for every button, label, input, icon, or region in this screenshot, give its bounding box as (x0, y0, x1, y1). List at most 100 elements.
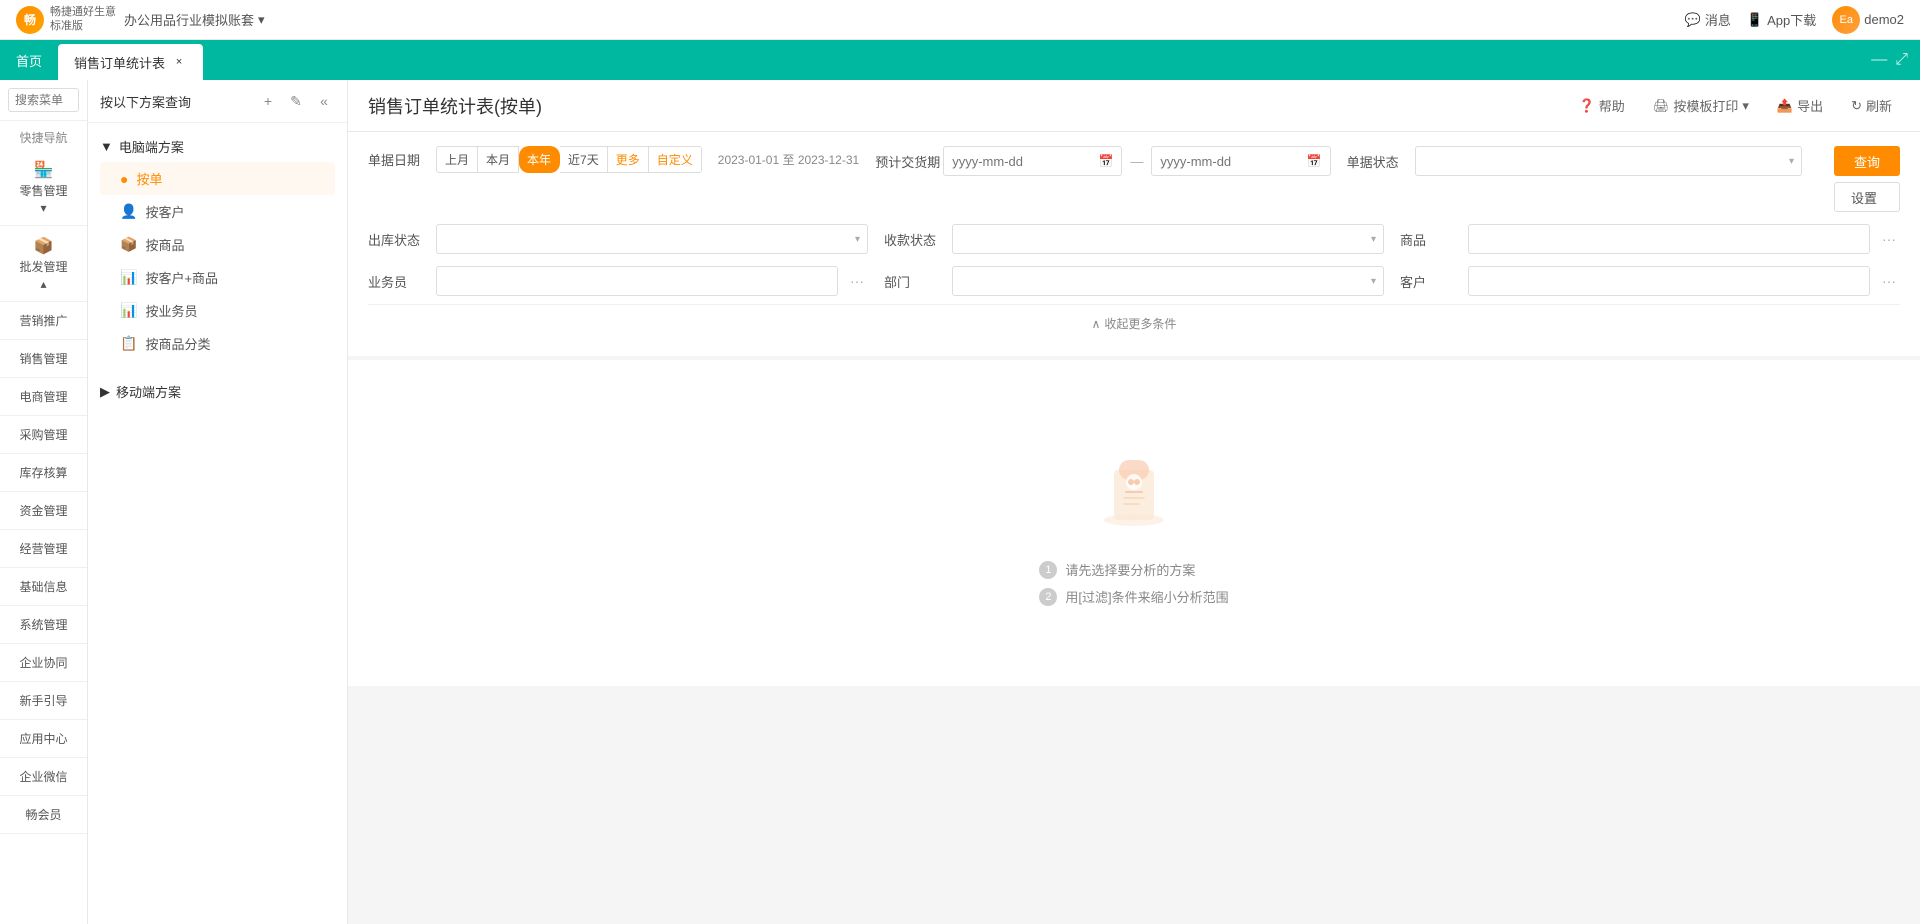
sidebar-item-wholesale[interactable]: 📦 批发管理 ▴ (0, 226, 87, 302)
refresh-btn[interactable]: ↻ 刷新 (1843, 92, 1900, 119)
workspace-title[interactable]: 办公用品行业模拟账套 ▾ (124, 10, 265, 29)
mobile-section-title: 移动端方案 (116, 382, 181, 401)
payment-status-label: 收款状态 (884, 230, 944, 249)
scheme-by-order[interactable]: ● 按单 (100, 162, 335, 195)
sidebar-item-system[interactable]: 系统管理 (0, 606, 87, 644)
collapse-panel-btn[interactable]: « (313, 90, 335, 112)
tab-minimize-icon[interactable]: — (1871, 51, 1887, 69)
print-arrow-icon: ▾ (1742, 98, 1749, 114)
print-btn[interactable]: 🖨 按模板打印 ▾ (1645, 92, 1757, 119)
scheme-by-customer[interactable]: 👤 按客户 (100, 195, 335, 228)
sidebar-item-ecommerce[interactable]: 电商管理 (0, 378, 87, 416)
sidebar: 快捷导航 🏪 零售管理 ▾ 📦 批发管理 ▴ 营销推广 销售管理 电商管理 采购… (0, 80, 88, 924)
scheme-by-salesperson[interactable]: 📊 按业务员 (100, 294, 335, 327)
this-year-btn[interactable]: 本年 (519, 146, 560, 173)
last-7-btn[interactable]: 近7天 (560, 146, 608, 173)
sidebar-item-newbie[interactable]: 新手引导 (0, 682, 87, 720)
export-btn[interactable]: 📤 导出 (1769, 92, 1831, 119)
desktop-section-header[interactable]: ▼ 电脑端方案 (100, 131, 335, 162)
sidebar-item-member[interactable]: 畅会员 (0, 796, 87, 834)
retail-icon: 🏪 (34, 160, 54, 180)
empty-step-2: 2 用[过滤]条件来缩小分析范围 (1039, 587, 1228, 606)
sidebar-item-enterprise[interactable]: 企业协同 (0, 644, 87, 682)
customer-dots-btn[interactable]: ··· (1878, 273, 1900, 289)
expected-date-start[interactable]: 📅 (943, 146, 1122, 176)
salesperson-input[interactable] (436, 266, 838, 296)
payment-status-select[interactable] (952, 224, 1384, 254)
sidebar-item-wechat[interactable]: 企业微信 (0, 758, 87, 796)
tab-home[interactable]: 首页 (0, 40, 58, 80)
date-end-input[interactable] (1160, 154, 1302, 169)
mobile-section-arrow: ▶ (100, 384, 110, 400)
filter-panel: 单据日期 上月 本月 本年 近7天 更多 自定义 2023-01-01 至 20… (348, 132, 1920, 356)
scheme-by-product[interactable]: 📦 按商品 (100, 228, 335, 261)
desktop-section-title: 电脑端方案 (119, 137, 184, 156)
add-scheme-btn[interactable]: + (257, 90, 279, 112)
scheme-by-category[interactable]: 📋 按商品分类 (100, 327, 335, 360)
sidebar-item-basic[interactable]: 基础信息 (0, 568, 87, 606)
collapse-btn[interactable]: ∧ 收起更多条件 (368, 304, 1900, 342)
goods-input[interactable] (1468, 224, 1870, 254)
delivery-status-wrapper: ▾ (436, 224, 868, 254)
sidebar-item-appstore[interactable]: 应用中心 (0, 720, 87, 758)
order-status-select[interactable] (1415, 146, 1802, 176)
page-header: 销售订单统计表(按单) ❓ 帮助 🖨 按模板打印 ▾ 📤 导出 (348, 80, 1920, 132)
payment-status-wrapper: ▾ (952, 224, 1384, 254)
salesperson-dots-btn[interactable]: ··· (846, 273, 868, 289)
filter-action-buttons: 查询 设置 (1834, 146, 1900, 212)
date-start-input[interactable] (952, 154, 1094, 169)
sidebar-item-inventory[interactable]: 库存核算 (0, 454, 87, 492)
print-icon: 🖨 (1653, 98, 1670, 114)
tab-close-icon[interactable]: × (171, 54, 187, 70)
delivery-status-select[interactable] (436, 224, 868, 254)
calendar-start-icon: 📅 (1098, 154, 1113, 168)
tab-maximize-icon[interactable]: ⤢ (1895, 51, 1908, 69)
this-month-btn[interactable]: 本月 (478, 146, 519, 173)
search-input[interactable] (8, 88, 79, 112)
scheme-product-icon: 📦 (120, 236, 137, 253)
department-label: 部门 (884, 272, 944, 291)
sidebar-item-retail[interactable]: 🏪 零售管理 ▾ (0, 150, 87, 226)
desktop-section-arrow: ▼ (100, 139, 113, 154)
topbar: 畅 畅捷通好生意 标准版 办公用品行业模拟账套 ▾ 💬 消息 📱 App下载 E… (0, 0, 1920, 40)
scheme-customer-icon: 👤 (120, 203, 137, 220)
edit-scheme-btn[interactable]: ✎ (285, 90, 307, 112)
scheme-by-customer-product[interactable]: 📊 按客户+商品 (100, 261, 335, 294)
expected-date-end[interactable]: 📅 (1151, 146, 1330, 176)
message-btn[interactable]: 💬 消息 (1685, 10, 1731, 29)
quick-date-group: 上月 本月 本年 近7天 更多 自定义 (436, 146, 702, 173)
help-btn[interactable]: ❓ 帮助 (1571, 92, 1633, 119)
collapse-arrow-icon: ∧ (1092, 317, 1101, 331)
mobile-section-header[interactable]: ▶ 移动端方案 (100, 376, 335, 407)
sidebar-item-marketing[interactable]: 营销推广 (0, 302, 87, 340)
settings-btn[interactable]: 设置 (1834, 182, 1900, 212)
sidebar-item-operations[interactable]: 经营管理 (0, 530, 87, 568)
goods-label: 商品 (1400, 230, 1460, 249)
empty-step-1: 1 请先选择要分析的方案 (1039, 560, 1228, 579)
goods-dots-btn[interactable]: ··· (1878, 231, 1900, 247)
sidebar-quick-nav[interactable]: 快捷导航 (0, 121, 87, 150)
department-select[interactable] (952, 266, 1384, 296)
app-download-btn[interactable]: 📱 App下载 (1747, 10, 1816, 29)
page-actions: ❓ 帮助 🖨 按模板打印 ▾ 📤 导出 ↻ 刷新 (1571, 92, 1900, 119)
desktop-scheme-section: ▼ 电脑端方案 ● 按单 👤 按客户 📦 按商品 📊 按客户+商品 (88, 123, 347, 368)
query-btn[interactable]: 查询 (1834, 146, 1900, 176)
order-status-label: 单据状态 (1347, 152, 1407, 171)
salesperson-label: 业务员 (368, 272, 428, 291)
sidebar-item-purchase[interactable]: 采购管理 (0, 416, 87, 454)
sidebar-item-sales[interactable]: 销售管理 (0, 340, 87, 378)
user-menu[interactable]: Ea demo2 (1832, 6, 1904, 34)
logo-icon: 畅 (16, 6, 44, 34)
tab-sales-order-stats[interactable]: 销售订单统计表 × (58, 44, 203, 80)
scheme-cat-icon: 📋 (120, 335, 137, 352)
last-month-btn[interactable]: 上月 (436, 146, 478, 173)
empty-state: 1 请先选择要分析的方案 2 用[过滤]条件来缩小分析范围 (348, 360, 1920, 686)
customer-input[interactable] (1468, 266, 1870, 296)
left-panel-actions: + ✎ « (257, 90, 335, 112)
topbar-right: 💬 消息 📱 App下载 Ea demo2 (1685, 6, 1904, 34)
right-main: 销售订单统计表(按单) ❓ 帮助 🖨 按模板打印 ▾ 📤 导出 (348, 80, 1920, 924)
wholesale-arrow: ▴ (40, 277, 46, 291)
more-btn[interactable]: 更多 (608, 146, 649, 173)
sidebar-item-finance[interactable]: 资金管理 (0, 492, 87, 530)
custom-btn[interactable]: 自定义 (649, 146, 702, 173)
